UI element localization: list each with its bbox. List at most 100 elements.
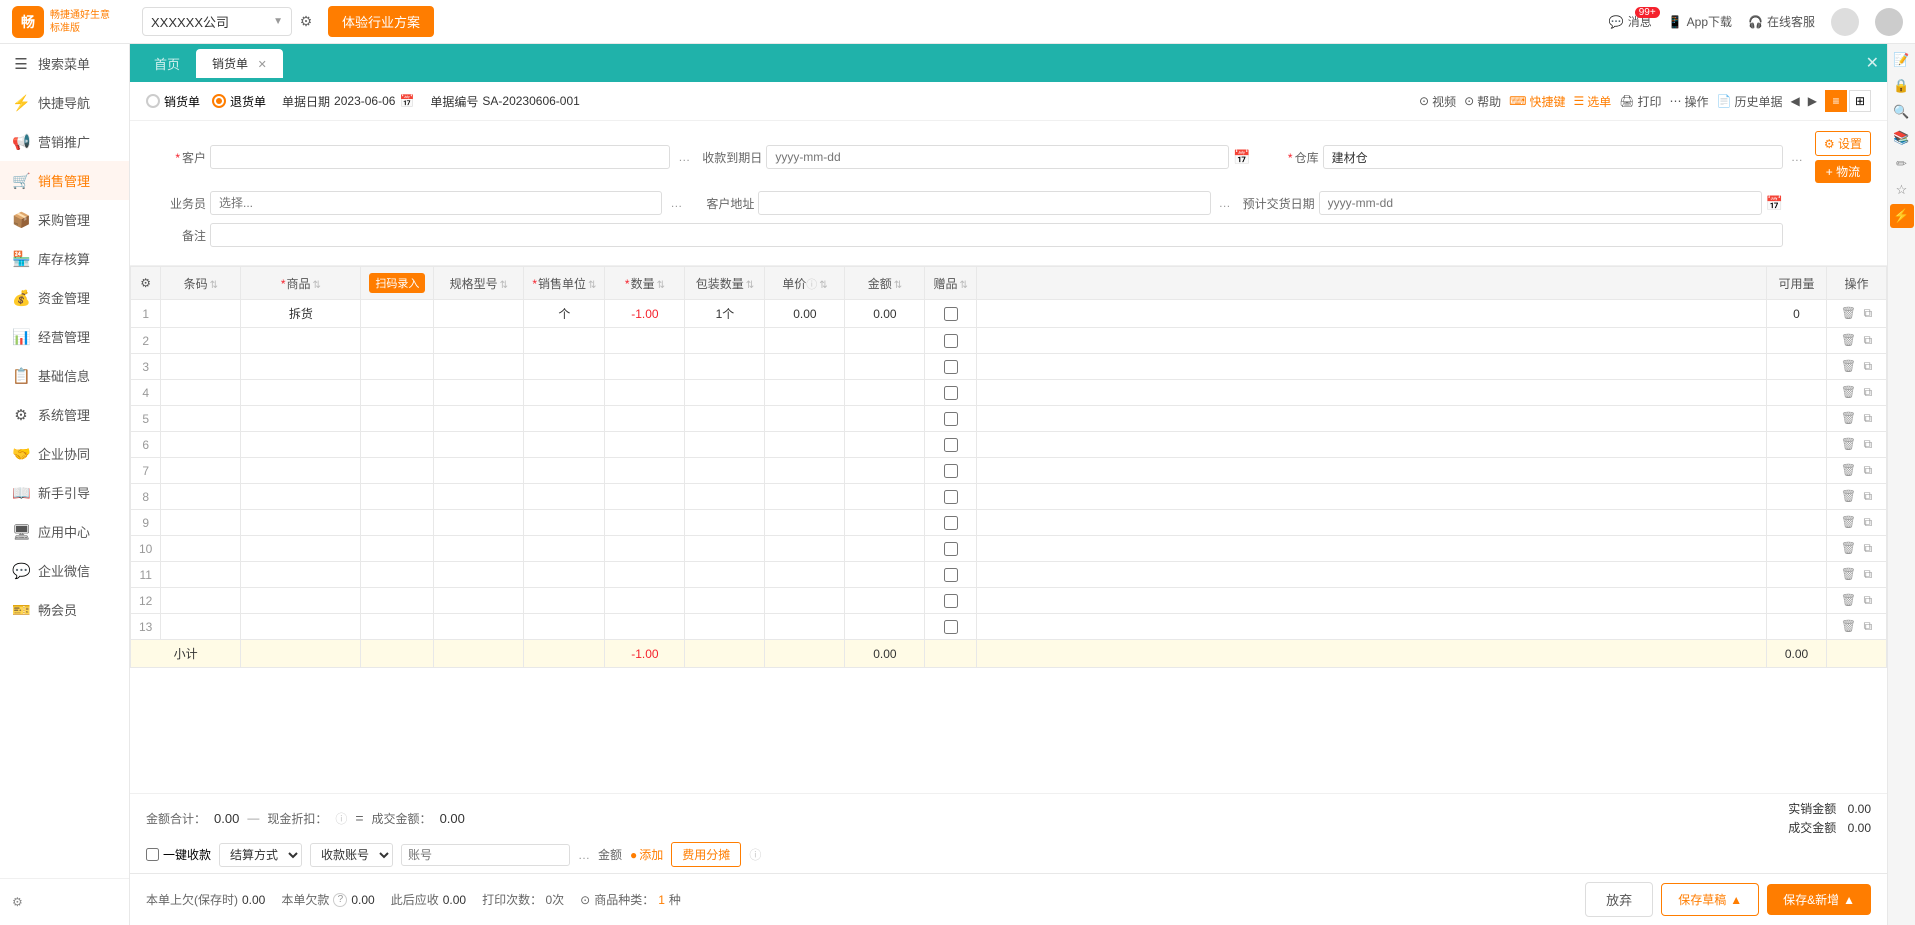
sidebar-item-apps[interactable]: 🖥 应用中心	[0, 512, 129, 551]
right-tool-lock[interactable]: 🔒	[1890, 74, 1914, 98]
sort-amount-icon[interactable]: ⇅	[894, 280, 902, 291]
deficit-help-icon[interactable]: ?	[333, 893, 347, 907]
copy-icon-7[interactable]: ⧉	[1864, 489, 1873, 503]
online-service-button[interactable]: 🎧 在线客服	[1748, 13, 1815, 30]
delete-icon-10[interactable]: 🗑	[1841, 567, 1856, 581]
expected-date-calendar-icon[interactable]: 📅	[1766, 195, 1783, 212]
customer-addr-more-btn[interactable]: …	[1215, 196, 1235, 210]
delete-icon-7[interactable]: 🗑	[1841, 489, 1856, 503]
sort-unit-icon[interactable]: ⇅	[588, 280, 596, 291]
cash-discount-help-icon[interactable]: ⓘ	[335, 810, 347, 827]
scan-barcode-btn[interactable]: 扫码录入	[369, 273, 425, 293]
gift-checkbox-12[interactable]	[944, 620, 958, 634]
gift-checkbox-10[interactable]	[944, 568, 958, 582]
copy-icon-0[interactable]: ⧉	[1864, 306, 1873, 320]
next-icon[interactable]: ▶	[1808, 94, 1817, 108]
right-tool-book[interactable]: 📚	[1890, 126, 1914, 150]
copy-icon-8[interactable]: ⧉	[1864, 515, 1873, 529]
sidebar-item-quick-nav[interactable]: ⚡ 快捷导航	[0, 83, 129, 122]
salesperson-more-btn[interactable]: …	[666, 196, 686, 210]
account-more-btn[interactable]: …	[578, 848, 590, 862]
right-tool-orange[interactable]: ⚡	[1890, 204, 1914, 228]
copy-icon-3[interactable]: ⧉	[1864, 385, 1873, 399]
delete-icon-9[interactable]: 🗑	[1841, 541, 1856, 555]
account-input[interactable]	[401, 844, 570, 866]
copy-icon-1[interactable]: ⧉	[1864, 333, 1873, 347]
th-gear[interactable]: ⚙	[131, 267, 161, 300]
company-select[interactable]: XXXXXX公司 ▼	[142, 7, 292, 36]
delete-icon-5[interactable]: 🗑	[1841, 437, 1856, 451]
gift-checkbox-7[interactable]	[944, 490, 958, 504]
tab-close-icon[interactable]: ✕	[258, 59, 267, 71]
sidebar-item-basics[interactable]: 📋 基础信息	[0, 356, 129, 395]
sidebar-item-membership[interactable]: 🎫 畅会员	[0, 590, 129, 629]
delete-icon-11[interactable]: 🗑	[1841, 593, 1856, 607]
copy-icon-2[interactable]: ⧉	[1864, 359, 1873, 373]
copy-icon-4[interactable]: ⧉	[1864, 411, 1873, 425]
help-link[interactable]: ⊙ 帮助	[1464, 93, 1501, 110]
print-link[interactable]: 🖨 打印	[1619, 93, 1661, 110]
right-tool-search[interactable]: 🔍	[1890, 100, 1914, 124]
app-download-button[interactable]: 📱 App下载	[1668, 13, 1732, 30]
sidebar-item-marketing[interactable]: 📢 营销推广	[0, 122, 129, 161]
customer-input[interactable]	[210, 145, 670, 169]
tab-bar-close-icon[interactable]: ✕	[1866, 53, 1879, 73]
unit-price-help-icon[interactable]: ⓘ	[806, 279, 817, 291]
gift-checkbox-8[interactable]	[944, 516, 958, 530]
delete-icon-2[interactable]: 🗑	[1841, 359, 1856, 373]
save-new-button[interactable]: 保存&新增 ▲	[1767, 884, 1871, 915]
gift-checkbox-5[interactable]	[944, 438, 958, 452]
select-link[interactable]: ☰ 选单	[1574, 93, 1612, 110]
account-select[interactable]: 收款账号	[310, 843, 393, 867]
warehouse-input[interactable]	[1323, 145, 1783, 169]
discard-button[interactable]: 放弃	[1585, 882, 1653, 917]
sort-gift-icon[interactable]: ⇅	[959, 280, 967, 291]
delete-icon-1[interactable]: 🗑	[1841, 333, 1856, 347]
sidebar-item-inventory[interactable]: 🏪 库存核算	[0, 239, 129, 278]
expected-date-input[interactable]	[1319, 191, 1762, 215]
sort-product-icon[interactable]: ⇅	[313, 280, 321, 291]
calendar-icon[interactable]: 📅	[399, 94, 414, 108]
sidebar-item-wechat[interactable]: 💬 企业微信	[0, 551, 129, 590]
operate-link[interactable]: ⋯ 操作	[1670, 93, 1709, 110]
radio-return-order[interactable]: 退货单	[212, 93, 266, 110]
gift-checkbox-1[interactable]	[944, 334, 958, 348]
add-payment-btn[interactable]: ● 添加	[630, 846, 663, 863]
copy-icon-11[interactable]: ⧉	[1864, 593, 1873, 607]
receive-date-calendar-icon[interactable]: 📅	[1233, 149, 1250, 166]
customer-more-btn[interactable]: …	[674, 150, 694, 164]
copy-icon-5[interactable]: ⧉	[1864, 437, 1873, 451]
delete-icon-12[interactable]: 🗑	[1841, 619, 1856, 633]
sort-spec-icon[interactable]: ⇅	[500, 280, 508, 291]
sidebar-item-guide[interactable]: 📖 新手引导	[0, 473, 129, 512]
one-click-pay-check[interactable]	[146, 848, 159, 861]
one-click-pay-checkbox[interactable]: 一键收款	[146, 846, 211, 863]
gift-checkbox-3[interactable]	[944, 386, 958, 400]
tab-home[interactable]: 首页	[138, 48, 196, 79]
history-link[interactable]: 📄 历史单据	[1717, 93, 1783, 110]
sidebar-item-operations[interactable]: 📊 经营管理	[0, 317, 129, 356]
sidebar-item-system[interactable]: ⚙ 系统管理	[0, 395, 129, 434]
delete-icon-3[interactable]: 🗑	[1841, 385, 1856, 399]
customer-addr-input[interactable]	[758, 191, 1210, 215]
sidebar-item-purchase[interactable]: 📦 采购管理	[0, 200, 129, 239]
avatar2[interactable]	[1875, 8, 1903, 36]
sidebar-item-sales[interactable]: 🛒 销售管理	[0, 161, 129, 200]
copy-icon-9[interactable]: ⧉	[1864, 541, 1873, 555]
right-tool-note[interactable]: 📝	[1890, 48, 1914, 72]
gift-checkbox-6[interactable]	[944, 464, 958, 478]
copy-icon-12[interactable]: ⧉	[1864, 619, 1873, 633]
right-tool-star[interactable]: ☆	[1890, 178, 1914, 202]
delete-icon-0[interactable]: 🗑	[1841, 306, 1856, 320]
right-tool-edit[interactable]: ✏	[1890, 152, 1914, 176]
delete-icon-6[interactable]: 🗑	[1841, 463, 1856, 477]
view-list-btn[interactable]: ≡	[1825, 90, 1847, 112]
gift-checkbox-2[interactable]	[944, 360, 958, 374]
video-link[interactable]: ⊙ 视频	[1419, 93, 1456, 110]
tab-sale-order[interactable]: 销货单 ✕	[196, 49, 283, 78]
sort-pack-icon[interactable]: ⇅	[746, 280, 754, 291]
radio-sale-order[interactable]: 销货单	[146, 93, 200, 110]
delete-icon-4[interactable]: 🗑	[1841, 411, 1856, 425]
warehouse-more-btn[interactable]: …	[1787, 150, 1807, 164]
messages-button[interactable]: 💬 消息 99+	[1609, 13, 1652, 30]
